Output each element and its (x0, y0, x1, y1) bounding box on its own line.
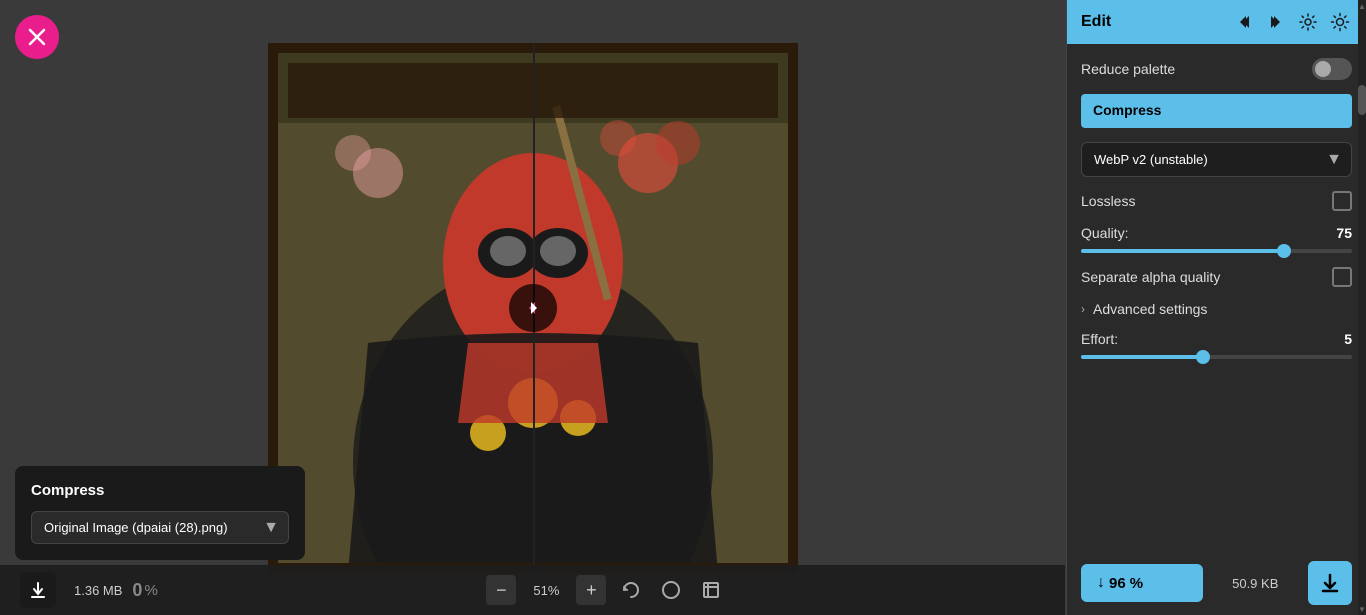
effort-label: Effort: (1081, 331, 1118, 347)
effort-row: Effort: 5 (1081, 331, 1352, 347)
format-select[interactable]: WebP v2 (unstable) WebP JPEG PNG AVIF (1081, 142, 1352, 177)
rotate-button[interactable] (616, 575, 646, 605)
save-percent-value: 96 (1109, 575, 1126, 592)
image-select-wrapper: Original Image (dpaiai (28).png) ▼ (31, 511, 289, 544)
panel-footer: ↓ 96 % 50.9 KB (1067, 551, 1366, 615)
lossless-label: Lossless (1081, 193, 1135, 209)
quality-slider-thumb[interactable] (1277, 244, 1291, 258)
alpha-quality-row: Separate alpha quality (1081, 267, 1352, 287)
compress-subheader: Compress (1081, 94, 1352, 128)
quality-slider[interactable] (1081, 249, 1352, 253)
arrow-left-icon-button[interactable] (1232, 10, 1256, 34)
save-arrow-icon: ↓ (1097, 574, 1105, 592)
advanced-settings-label: Advanced settings (1093, 301, 1207, 317)
save-button[interactable]: ↓ 96 % (1081, 564, 1203, 602)
reduce-palette-label: Reduce palette (1081, 61, 1175, 77)
edit-header: Edit (1067, 0, 1366, 44)
output-file-size: 50.9 KB (1211, 576, 1301, 591)
gear-icon-button[interactable] (1296, 10, 1320, 34)
download-small-button[interactable] (20, 572, 56, 608)
effort-slider-container (1081, 355, 1352, 359)
compare-handle[interactable] (509, 284, 557, 332)
effort-slider-fill (1081, 355, 1203, 359)
file-size: 1.36 MB (74, 583, 122, 598)
edit-icons (1232, 10, 1352, 34)
reduce-palette-row: Reduce palette (1081, 58, 1352, 80)
right-panel: Edit (1066, 0, 1366, 615)
compress-subheader-text: Compress (1093, 102, 1161, 118)
advanced-chevron-icon: › (1081, 302, 1085, 316)
reduce-palette-toggle[interactable] (1312, 58, 1352, 80)
scrollbar-thumb[interactable] (1358, 85, 1366, 115)
compress-panel: Compress Original Image (dpaiai (28).png… (15, 466, 305, 560)
scrollbar-track: ▲ ▼ (1358, 0, 1366, 615)
compress-panel-title: Compress (31, 482, 289, 499)
quality-value: 75 (1336, 225, 1352, 241)
quality-slider-fill (1081, 249, 1284, 253)
image-container (268, 43, 798, 573)
lossless-row: Lossless (1081, 191, 1352, 211)
format-select-wrapper: WebP v2 (unstable) WebP JPEG PNG AVIF ▼ (1081, 142, 1352, 177)
quality-label: Quality: (1081, 225, 1128, 241)
effort-value: 5 (1344, 331, 1352, 347)
close-button[interactable] (15, 15, 59, 59)
image-select[interactable]: Original Image (dpaiai (28).png) (31, 511, 289, 544)
advanced-settings-row[interactable]: › Advanced settings (1081, 301, 1352, 317)
zoom-in-button[interactable]: + (576, 575, 606, 605)
bottom-toolbar: 1.36 MB 0 % − 51% + (0, 565, 1065, 615)
percent-display: 0 % (132, 580, 157, 601)
effort-slider[interactable] (1081, 355, 1352, 359)
percent-value: 0 (132, 580, 142, 601)
quality-row: Quality: 75 (1081, 225, 1352, 241)
save-percent-symbol: % (1130, 575, 1143, 592)
effort-slider-thumb[interactable] (1196, 350, 1210, 364)
quality-slider-container (1081, 249, 1352, 253)
edit-title: Edit (1081, 13, 1111, 31)
panel-body: Reduce palette Compress WebP v2 (unstabl… (1067, 44, 1366, 551)
alpha-quality-label: Separate alpha quality (1081, 269, 1220, 285)
image-display (268, 43, 798, 573)
settings-icon-button[interactable] (1328, 10, 1352, 34)
zoom-out-button[interactable]: − (486, 575, 516, 605)
circle-button[interactable] (656, 575, 686, 605)
lossless-checkbox[interactable] (1332, 191, 1352, 211)
arrow-right-icon-button[interactable] (1264, 10, 1288, 34)
scrollbar-up-arrow[interactable]: ▲ (1358, 0, 1366, 12)
crop-button[interactable] (696, 575, 726, 605)
zoom-level: 51% (526, 583, 566, 598)
percent-symbol: % (144, 582, 157, 599)
scrollbar-down-arrow[interactable]: ▼ (1358, 603, 1366, 615)
download-button[interactable] (1308, 561, 1352, 605)
alpha-quality-checkbox[interactable] (1332, 267, 1352, 287)
